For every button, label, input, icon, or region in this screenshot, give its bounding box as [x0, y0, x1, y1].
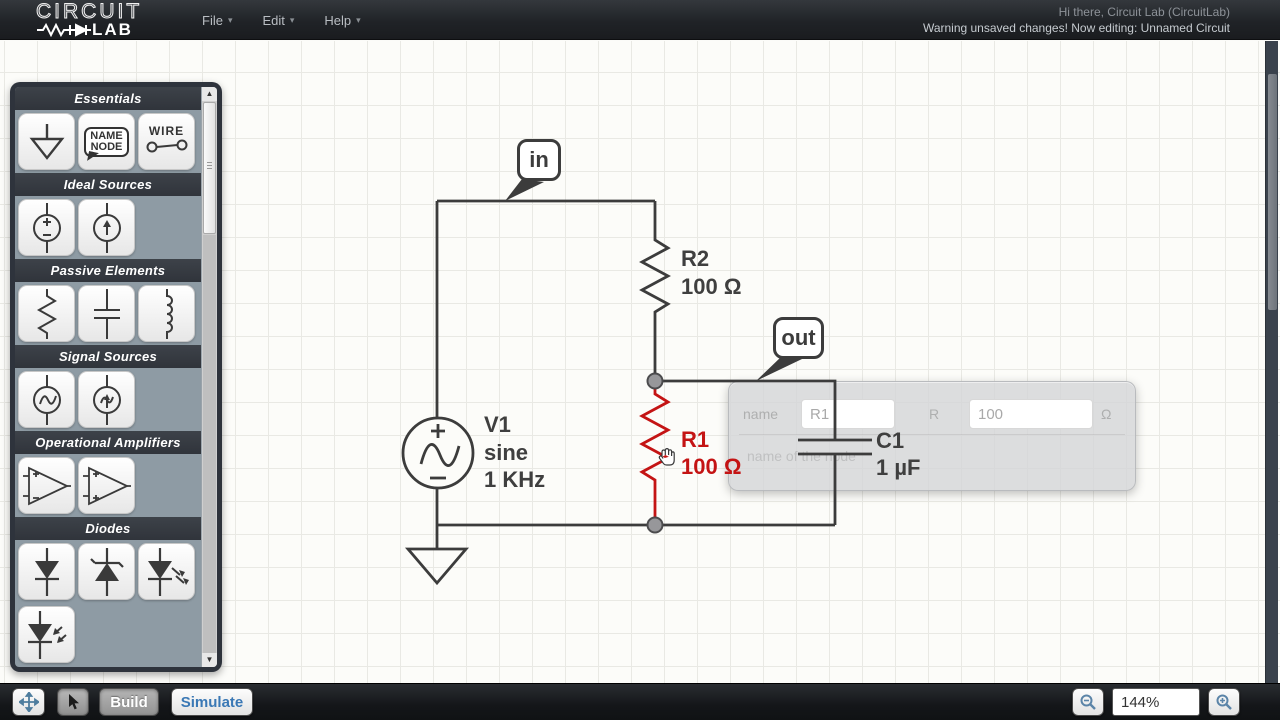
section-diodes: Diodes: [15, 517, 201, 540]
sine-current-source-icon: [91, 374, 123, 426]
component-palette: Essentials NAME NODE WIRE: [10, 82, 222, 672]
scroll-down-icon[interactable]: ▼: [202, 653, 217, 667]
name-node-icon: NAME NODE: [84, 127, 128, 157]
palette-photodiode-button[interactable]: [18, 606, 75, 663]
user-greeting[interactable]: Hi there, Circuit Lab (CircuitLab): [923, 4, 1230, 20]
r1-value-label[interactable]: 100 Ω: [681, 454, 741, 480]
component-edit-dialog: name R Ω name of the node: [728, 381, 1136, 491]
palette-wire-button[interactable]: WIRE: [138, 113, 195, 170]
unsaved-changes-status: Warning unsaved changes! Now editing: Un…: [923, 20, 1230, 36]
palette-name-node-button[interactable]: NAME NODE: [78, 113, 135, 170]
circuitlab-logo[interactable]: CIRCUIT LAB: [36, 2, 186, 40]
node-label-in[interactable]: in: [517, 139, 561, 181]
section-passive-elements: Passive Elements: [15, 259, 201, 282]
voltage-source-icon: [31, 202, 63, 254]
palette-voltage-source-button[interactable]: [18, 199, 75, 256]
cursor-arrow-icon: [65, 693, 81, 711]
zener-diode-icon: [88, 546, 126, 598]
sine-voltage-source-icon: [31, 374, 63, 426]
palette-scrollbar[interactable]: ▲ ▼: [201, 87, 217, 667]
resistance-field-label: R: [929, 406, 939, 422]
diode-icon: [28, 546, 66, 598]
palette-current-source-button[interactable]: [78, 199, 135, 256]
canvas-vertical-scrollbar[interactable]: [1265, 41, 1278, 683]
capacitor-icon: [92, 288, 122, 340]
select-tool-button[interactable]: [57, 688, 89, 716]
resistance-value-input[interactable]: [969, 399, 1093, 429]
dialog-divider: [739, 434, 1125, 435]
chevron-down-icon: ▾: [228, 15, 233, 26]
zoom-out-magnifier-icon: [1079, 693, 1097, 711]
name-field-label: name: [743, 406, 778, 422]
logo-resistor-diode-icon: [36, 23, 92, 37]
menu-edit[interactable]: Edit ▾: [256, 9, 300, 32]
opamp-alt-icon: [83, 465, 131, 507]
section-signal-sources: Signal Sources: [15, 345, 201, 368]
hand-cursor-icon: [656, 446, 678, 468]
section-ideal-sources: Ideal Sources: [15, 173, 201, 196]
section-essentials: Essentials: [15, 87, 201, 110]
r2-ref-label[interactable]: R2: [681, 246, 709, 272]
palette-zener-diode-button[interactable]: [78, 543, 135, 600]
r1-ref-label[interactable]: R1: [681, 427, 709, 453]
section-op-amps: Operational Amplifiers: [15, 431, 201, 454]
palette-opamp-alt-button[interactable]: [78, 457, 135, 514]
menu-help[interactable]: Help ▾: [318, 9, 366, 32]
resistor-icon: [34, 288, 60, 340]
zoom-in-button[interactable]: [1208, 688, 1240, 716]
c1-ref-label[interactable]: C1: [876, 428, 904, 454]
palette-scrollbar-thumb[interactable]: [203, 102, 216, 234]
chevron-down-icon: ▾: [356, 15, 361, 26]
build-mode-button[interactable]: Build: [99, 688, 159, 716]
dialog-hint-text: name of the node: [747, 448, 856, 464]
palette-voltage-signal-source-button[interactable]: [18, 371, 75, 428]
ground-icon: [28, 121, 66, 163]
palette-capacitor-button[interactable]: [78, 285, 135, 342]
palette-inductor-button[interactable]: [138, 285, 195, 342]
chevron-down-icon: ▾: [290, 15, 295, 26]
led-icon: [145, 546, 189, 598]
current-source-icon: [91, 202, 123, 254]
canvas-scrollbar-thumb[interactable]: [1268, 74, 1277, 310]
node-label-out[interactable]: out: [773, 317, 824, 359]
zoom-in-magnifier-icon: [1215, 693, 1233, 711]
wire-icon: WIRE: [146, 124, 188, 159]
ohm-unit-label: Ω: [1101, 406, 1111, 422]
v1-ref-label[interactable]: V1: [484, 412, 511, 438]
palette-resistor-button[interactable]: [18, 285, 75, 342]
zoom-level-input[interactable]: [1112, 688, 1200, 716]
top-menu-bar: CIRCUIT LAB File ▾ Edit ▾ Help ▾ Hi ther…: [0, 0, 1280, 40]
move-tool-button[interactable]: [12, 688, 45, 716]
v1-type-label[interactable]: sine: [484, 440, 528, 466]
menu-file[interactable]: File ▾: [196, 9, 238, 32]
c1-value-label[interactable]: 1 µF: [876, 455, 920, 481]
palette-ground-button[interactable]: [18, 113, 75, 170]
palette-opamp-button[interactable]: [18, 457, 75, 514]
logo-text-lab: LAB: [92, 22, 133, 38]
simulate-mode-button[interactable]: Simulate: [171, 688, 253, 716]
bottom-toolbar: Build Simulate: [0, 683, 1280, 720]
scroll-up-icon[interactable]: ▲: [202, 87, 217, 101]
photodiode-icon: [25, 609, 69, 661]
logo-text-circuit: CIRCUIT: [36, 2, 186, 22]
palette-diode-button[interactable]: [18, 543, 75, 600]
v1-freq-label[interactable]: 1 KHz: [484, 467, 545, 493]
menu-group: File ▾ Edit ▾ Help ▾: [196, 0, 367, 40]
component-name-input[interactable]: [801, 399, 895, 429]
zoom-out-button[interactable]: [1072, 688, 1104, 716]
r2-value-label[interactable]: 100 Ω: [681, 274, 741, 300]
opamp-icon: [23, 465, 71, 507]
inductor-icon: [154, 288, 180, 340]
move-tool-icon: [19, 692, 39, 712]
palette-led-button[interactable]: [138, 543, 195, 600]
palette-current-signal-source-button[interactable]: [78, 371, 135, 428]
